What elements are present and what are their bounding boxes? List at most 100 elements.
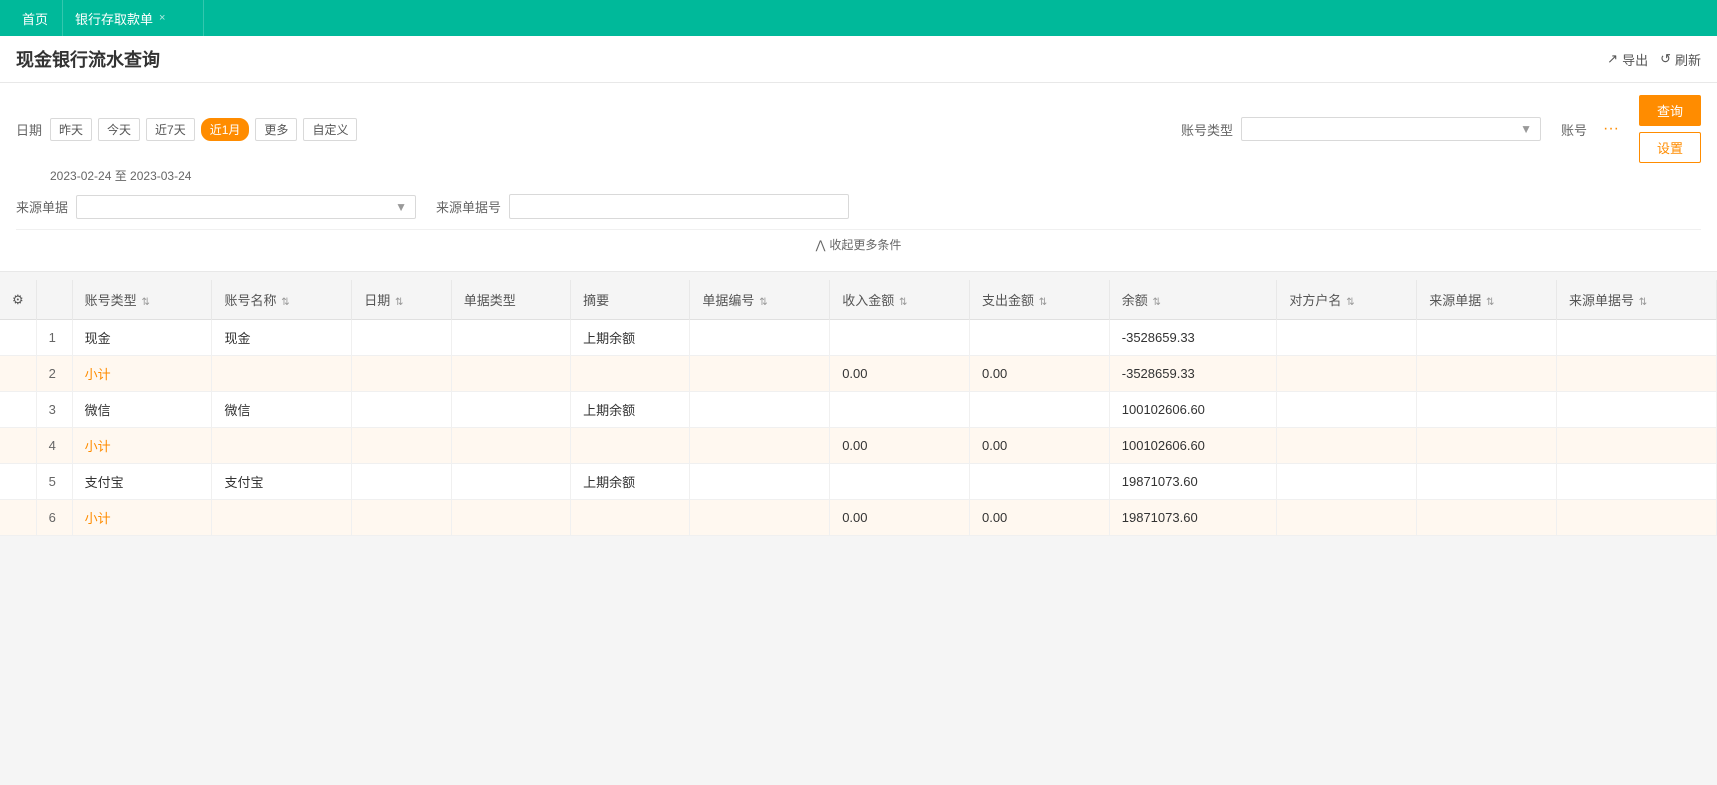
date-btn-昨天[interactable]: 昨天 bbox=[50, 118, 92, 141]
sort-icon-source_doc: ⇅ bbox=[1483, 297, 1494, 308]
source-doc-num-label: 来源单据号 bbox=[436, 197, 501, 216]
col-source_doc[interactable]: 来源单据 ⇅ bbox=[1417, 280, 1557, 320]
account-type-select[interactable]: ▼ bbox=[1241, 117, 1541, 141]
header-actions: ↗ 导出 ↺ 刷新 bbox=[1607, 50, 1701, 69]
cell-expense: 0.00 bbox=[969, 428, 1109, 464]
table-body: 1现金现金上期余额-3528659.332小计0.000.00-3528659.… bbox=[0, 320, 1717, 536]
settings-button[interactable]: 设置 bbox=[1639, 132, 1701, 163]
filter-row-2: 来源单据 ▼ 来源单据号 bbox=[16, 194, 1701, 219]
close-tab-icon[interactable]: × bbox=[159, 12, 165, 24]
cell-account_type: 现金 bbox=[72, 320, 212, 356]
cell-gear bbox=[0, 464, 36, 500]
cell-account_name bbox=[212, 428, 352, 464]
date-range-display: 2023-02-24 至 2023-03-24 bbox=[50, 169, 191, 183]
collapse-button[interactable]: ⋀ 收起更多条件 bbox=[16, 229, 1701, 259]
cell-date bbox=[352, 392, 451, 428]
table-header: ⚙账号类型 ⇅账号名称 ⇅日期 ⇅单据类型摘要单据编号 ⇅收入金额 ⇅支出金额 … bbox=[0, 280, 1717, 320]
cell-counterpart bbox=[1277, 356, 1417, 392]
source-doc-label: 来源单据 bbox=[16, 197, 68, 216]
source-doc-group: 来源单据 ▼ bbox=[16, 195, 416, 219]
cell-doc_no bbox=[690, 392, 830, 428]
export-button[interactable]: ↗ 导出 bbox=[1607, 50, 1648, 69]
cell-income: 0.00 bbox=[830, 428, 970, 464]
source-doc-select[interactable]: ▼ bbox=[76, 195, 416, 219]
cell-expense: 0.00 bbox=[969, 356, 1109, 392]
cell-doc_type bbox=[451, 500, 570, 536]
sort-icon-expense: ⇅ bbox=[1036, 297, 1047, 308]
sort-icon-balance: ⇅ bbox=[1150, 297, 1161, 308]
cell-source_doc bbox=[1417, 356, 1557, 392]
cell-source_doc bbox=[1417, 464, 1557, 500]
table-row: 6小计0.000.0019871073.60 bbox=[0, 500, 1717, 536]
date-btn-更多[interactable]: 更多 bbox=[255, 118, 297, 141]
cell-source_doc bbox=[1417, 392, 1557, 428]
cell-account_name: 现金 bbox=[212, 320, 352, 356]
date-btn-自定义[interactable]: 自定义 bbox=[303, 118, 357, 141]
col-doc_no[interactable]: 单据编号 ⇅ bbox=[690, 280, 830, 320]
sort-icon-income: ⇅ bbox=[896, 297, 907, 308]
nav-home[interactable]: 首页 bbox=[8, 0, 63, 36]
cell-income bbox=[830, 392, 970, 428]
cell-balance: 100102606.60 bbox=[1109, 428, 1277, 464]
table-row: 3微信微信上期余额100102606.60 bbox=[0, 392, 1717, 428]
col-account_name[interactable]: 账号名称 ⇅ bbox=[212, 280, 352, 320]
date-filter-group: 日期 昨天今天近7天近1月更多自定义 bbox=[16, 118, 357, 141]
cell-counterpart bbox=[1277, 392, 1417, 428]
cell-row_num: 2 bbox=[36, 356, 72, 392]
account-type-group: 账号类型 ▼ bbox=[1181, 117, 1541, 141]
col-expense[interactable]: 支出金额 ⇅ bbox=[969, 280, 1109, 320]
cell-account_type: 小计 bbox=[72, 356, 212, 392]
cell-date bbox=[352, 500, 451, 536]
col-gear: ⚙ bbox=[0, 280, 36, 320]
cell-balance: -3528659.33 bbox=[1109, 356, 1277, 392]
date-btn-近7天[interactable]: 近7天 bbox=[146, 118, 195, 141]
page-title: 现金银行流水查询 bbox=[16, 46, 160, 72]
cell-summary bbox=[571, 500, 690, 536]
cell-account_type: 支付宝 bbox=[72, 464, 212, 500]
cell-date bbox=[352, 464, 451, 500]
cell-income: 0.00 bbox=[830, 500, 970, 536]
col-counterpart[interactable]: 对方户名 ⇅ bbox=[1277, 280, 1417, 320]
date-label: 日期 bbox=[16, 120, 42, 139]
cell-source_doc_no bbox=[1556, 428, 1716, 464]
collapse-icon: ⋀ bbox=[816, 238, 826, 252]
col-account_type[interactable]: 账号类型 ⇅ bbox=[72, 280, 212, 320]
col-date[interactable]: 日期 ⇅ bbox=[352, 280, 451, 320]
nav-tab-银行存取款单[interactable]: 银行存取款单× bbox=[63, 0, 204, 36]
sort-icon-counterpart: ⇅ bbox=[1343, 297, 1354, 308]
cell-income: 0.00 bbox=[830, 356, 970, 392]
source-doc-num-input[interactable] bbox=[509, 194, 849, 219]
source-doc-num-group: 来源单据号 bbox=[436, 194, 849, 219]
cell-doc_no bbox=[690, 356, 830, 392]
cell-date bbox=[352, 428, 451, 464]
cell-summary: 上期余额 bbox=[571, 392, 690, 428]
cell-doc_type bbox=[451, 428, 570, 464]
cell-doc_type bbox=[451, 356, 570, 392]
cell-expense bbox=[969, 320, 1109, 356]
date-buttons: 昨天今天近7天近1月更多自定义 bbox=[50, 118, 357, 141]
col-income[interactable]: 收入金额 ⇅ bbox=[830, 280, 970, 320]
table-row: 4小计0.000.00100102606.60 bbox=[0, 428, 1717, 464]
account-group: 账号 ··· bbox=[1561, 120, 1619, 139]
cell-doc_type bbox=[451, 392, 570, 428]
cell-balance: 100102606.60 bbox=[1109, 392, 1277, 428]
refresh-button[interactable]: ↺ 刷新 bbox=[1660, 50, 1701, 69]
query-button[interactable]: 查询 bbox=[1639, 95, 1701, 126]
date-btn-近1月[interactable]: 近1月 bbox=[201, 118, 250, 141]
cell-row_num: 4 bbox=[36, 428, 72, 464]
date-btn-今天[interactable]: 今天 bbox=[98, 118, 140, 141]
cell-doc_type bbox=[451, 320, 570, 356]
account-dots[interactable]: ··· bbox=[1603, 120, 1619, 138]
page-header: 现金银行流水查询 ↗ 导出 ↺ 刷新 bbox=[0, 36, 1717, 83]
cell-expense bbox=[969, 392, 1109, 428]
cell-row_num: 6 bbox=[36, 500, 72, 536]
col-source_doc_no[interactable]: 来源单据号 ⇅ bbox=[1556, 280, 1716, 320]
table-row: 2小计0.000.00-3528659.33 bbox=[0, 356, 1717, 392]
col-balance[interactable]: 余额 ⇅ bbox=[1109, 280, 1277, 320]
cell-gear bbox=[0, 392, 36, 428]
sort-icon-account_name: ⇅ bbox=[278, 297, 289, 308]
cell-source_doc_no bbox=[1556, 320, 1716, 356]
cell-account_name bbox=[212, 500, 352, 536]
source-doc-chevron: ▼ bbox=[395, 200, 407, 214]
cell-counterpart bbox=[1277, 500, 1417, 536]
